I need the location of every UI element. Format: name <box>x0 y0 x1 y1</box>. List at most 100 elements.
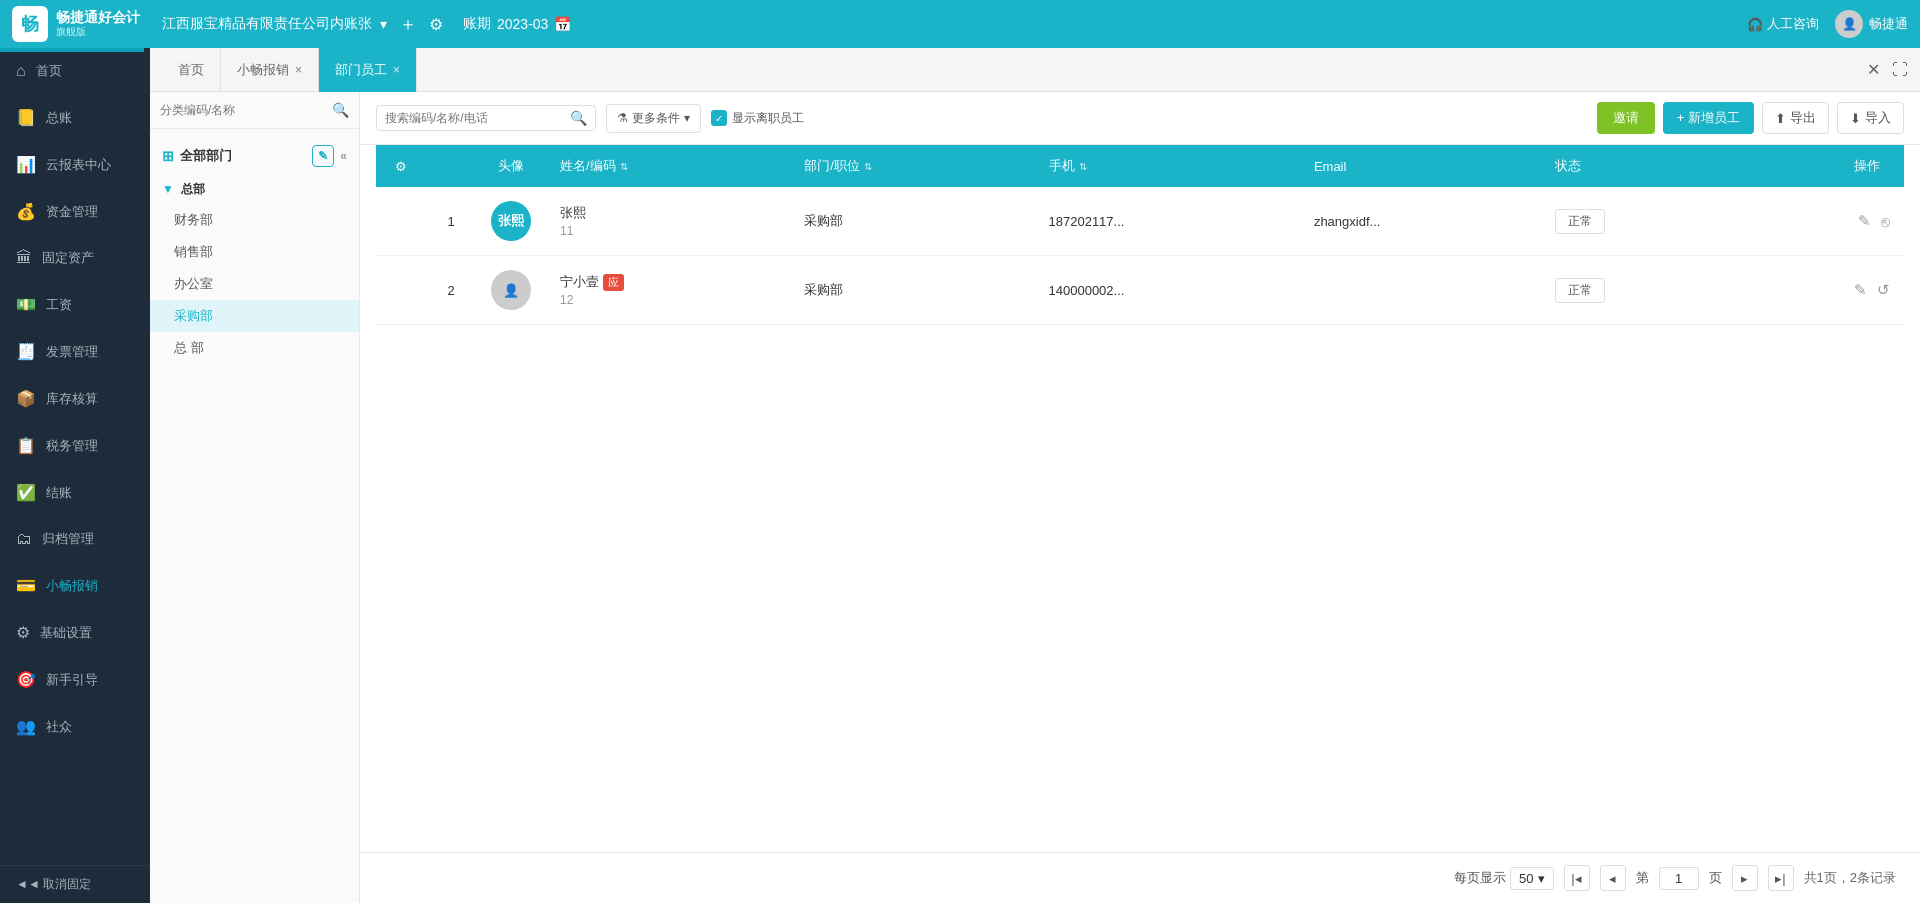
dept-item-xiaoshou[interactable]: 销售部 <box>150 236 359 268</box>
page-next-button[interactable]: ▸ <box>1732 865 1758 891</box>
close-window-icon[interactable]: ✕ <box>1867 60 1880 79</box>
th-phone[interactable]: 手机 ⇅ <box>1035 145 1300 187</box>
user-name: 畅捷通 <box>1869 15 1908 33</box>
sidebar-item-label: 发票管理 <box>46 343 98 361</box>
th-settings[interactable]: ⚙ <box>376 145 426 187</box>
page-number-input[interactable] <box>1659 867 1699 890</box>
dept-item-bangongshi[interactable]: 办公室 <box>150 268 359 300</box>
status-badge: 正常 <box>1555 209 1605 234</box>
sidebar-item-salary[interactable]: 💵 工资 <box>0 281 150 328</box>
per-page-dropdown[interactable]: 50 ▾ <box>1510 867 1553 890</box>
sidebar-item-inventory[interactable]: 📦 库存核算 <box>0 375 150 422</box>
header-add-icon[interactable]: ＋ <box>399 12 417 36</box>
import-icon: ⬇ <box>1850 111 1861 126</box>
maximize-window-icon[interactable]: ⛶ <box>1892 61 1908 79</box>
name-code-cell: 张熙11 <box>546 187 790 256</box>
export-icon: ⬆ <box>1775 111 1786 126</box>
dept-item-caigou[interactable]: 采购部 <box>150 300 359 332</box>
tab-expense-close[interactable]: × <box>295 63 302 77</box>
th-name-code[interactable]: 姓名/编码 ⇅ <box>546 145 790 187</box>
sidebar-item-home[interactable]: ⌂ 首页 <box>0 48 150 94</box>
export-button[interactable]: ⬆ 导出 <box>1762 102 1829 134</box>
avatar-cell: 张熙 <box>476 187 546 256</box>
sidebar-item-label: 归档管理 <box>42 530 94 548</box>
filter-button[interactable]: ⚗ 更多条件 ▾ <box>606 104 701 133</box>
sidebar-item-tax[interactable]: 📋 税务管理 <box>0 422 150 469</box>
dept-item-caiwu[interactable]: 财务部 <box>150 204 359 236</box>
invite-button[interactable]: 邀请 <box>1597 102 1655 134</box>
guide-icon: 🎯 <box>16 670 36 689</box>
assets-icon: 🏛 <box>16 249 32 267</box>
emp-search-icon[interactable]: 🔍 <box>570 110 587 126</box>
show-resigned-checkbox[interactable]: ✓ 显示离职员工 <box>711 110 804 127</box>
import-button[interactable]: ⬇ 导入 <box>1837 102 1904 134</box>
th-actions: 操作 <box>1740 145 1904 187</box>
tab-dept-close[interactable]: × <box>393 63 400 77</box>
logo-area: 畅 畅捷通好会计 旗舰版 <box>12 6 162 42</box>
dept-search-input[interactable] <box>160 103 326 117</box>
calendar-icon[interactable]: 📅 <box>554 16 571 32</box>
sidebar-item-reports[interactable]: 📊 云报表中心 <box>0 141 150 188</box>
delete-employee-icon[interactable]: ↺ <box>1877 281 1890 299</box>
sidebar-item-label: 新手引导 <box>46 671 98 689</box>
sidebar-item-assets[interactable]: 🏛 固定资产 <box>0 235 150 281</box>
dept-all-icon: ⊞ <box>162 148 174 164</box>
page-first-button[interactable]: |◂ <box>1564 865 1590 891</box>
dept-search-icon[interactable]: 🔍 <box>332 102 349 118</box>
sidebar-item-ledger[interactable]: 📒 总账 <box>0 94 150 141</box>
dept-item-zongbu2[interactable]: 总 部 <box>150 332 359 364</box>
sidebar-item-funds[interactable]: 💰 资金管理 <box>0 188 150 235</box>
row-settings-cell <box>376 256 426 325</box>
header-settings-icon[interactable]: ⚙ <box>429 15 443 34</box>
row-num-cell: 1 <box>426 187 476 256</box>
period-value: 2023-03 <box>497 16 548 32</box>
sidebar-item-settings[interactable]: ⚙ 基础设置 <box>0 609 150 656</box>
expand-icon[interactable]: ▼ <box>162 182 174 196</box>
tab-home[interactable]: 首页 <box>162 48 221 92</box>
filter-icon: ⚗ <box>617 111 628 125</box>
dept-edit-button[interactable]: ✎ <box>312 145 334 167</box>
dept-all-row[interactable]: ⊞ 全部部门 ✎ « <box>150 137 359 175</box>
name-code-cell: 宁小壹应12 <box>546 256 790 325</box>
dept-all-label: 全部部门 <box>180 147 232 165</box>
top-header: 畅 畅捷通好会计 旗舰版 江西服宝精品有限责任公司内账张 ▾ ＋ ⚙ 账期 20… <box>0 0 1920 48</box>
employee-name: 宁小壹 <box>560 273 599 291</box>
sidebar-item-label: 总账 <box>46 109 72 127</box>
sidebar-item-label: 税务管理 <box>46 437 98 455</box>
page-prev-button[interactable]: ◂ <box>1600 865 1626 891</box>
sidebar-item-more[interactable]: 👥 社众 <box>0 703 150 750</box>
sidebar-item-checkout[interactable]: ✅ 结账 <box>0 469 150 516</box>
sidebar: ⌂ 首页 📒 总账 📊 云报表中心 💰 资金管理 🏛 固定资产 💵 工资 🧾 发… <box>0 48 150 903</box>
sidebar-unpin-button[interactable]: ◄◄ 取消固定 <box>0 865 150 903</box>
sidebar-item-archive[interactable]: 🗂 归档管理 <box>0 516 150 562</box>
th-dept-position[interactable]: 部门/职位 ⇅ <box>790 145 1034 187</box>
logo-text-area: 畅捷通好会计 旗舰版 <box>56 9 140 40</box>
employee-table: ⚙ 头像 姓名/编码 ⇅ <box>376 145 1904 325</box>
emp-search-input[interactable] <box>385 111 564 125</box>
sidebar-item-expense[interactable]: 💳 小畅报销 <box>0 562 150 609</box>
company-dropdown-icon[interactable]: ▾ <box>380 16 387 32</box>
dept-collapse-icon[interactable]: « <box>340 149 347 163</box>
employee-panel: 🔍 ⚗ 更多条件 ▾ ✓ 显示离职员工 邀请 <box>360 92 1920 903</box>
header-user[interactable]: 👤 畅捷通 <box>1835 10 1908 38</box>
tab-expense[interactable]: 小畅报销 × <box>221 48 319 92</box>
table-row: 2👤宁小壹应12采购部140000002...正常✎↺ <box>376 256 1904 325</box>
logout-employee-icon[interactable]: ⎋ <box>1881 213 1890 230</box>
toolbar-right: 邀请 + 新增员工 ⬆ 导出 ⬇ 导入 <box>1597 102 1904 134</box>
sidebar-scroll-indicator <box>0 48 144 52</box>
add-employee-button[interactable]: + 新增员工 <box>1663 102 1754 134</box>
table-header-row: ⚙ 头像 姓名/编码 ⇅ <box>376 145 1904 187</box>
emp-table-wrapper: ⚙ 头像 姓名/编码 ⇅ <box>360 145 1920 852</box>
edit-employee-icon[interactable]: ✎ <box>1854 281 1867 299</box>
sidebar-item-invoice[interactable]: 🧾 发票管理 <box>0 328 150 375</box>
sidebar-item-label: 首页 <box>36 62 62 80</box>
sidebar-item-label: 云报表中心 <box>46 156 111 174</box>
edit-employee-icon[interactable]: ✎ <box>1858 212 1871 230</box>
sidebar-item-label: 库存核算 <box>46 390 98 408</box>
sidebar-item-guide[interactable]: 🎯 新手引导 <box>0 656 150 703</box>
email-cell: zhangxidf... <box>1300 187 1541 256</box>
main-layout: ⌂ 首页 📒 总账 📊 云报表中心 💰 资金管理 🏛 固定资产 💵 工资 🧾 发… <box>0 48 1920 903</box>
header-service[interactable]: 🎧 人工咨询 <box>1747 15 1819 33</box>
tab-dept[interactable]: 部门员工 × <box>319 48 417 92</box>
page-last-button[interactable]: ▸| <box>1768 865 1794 891</box>
